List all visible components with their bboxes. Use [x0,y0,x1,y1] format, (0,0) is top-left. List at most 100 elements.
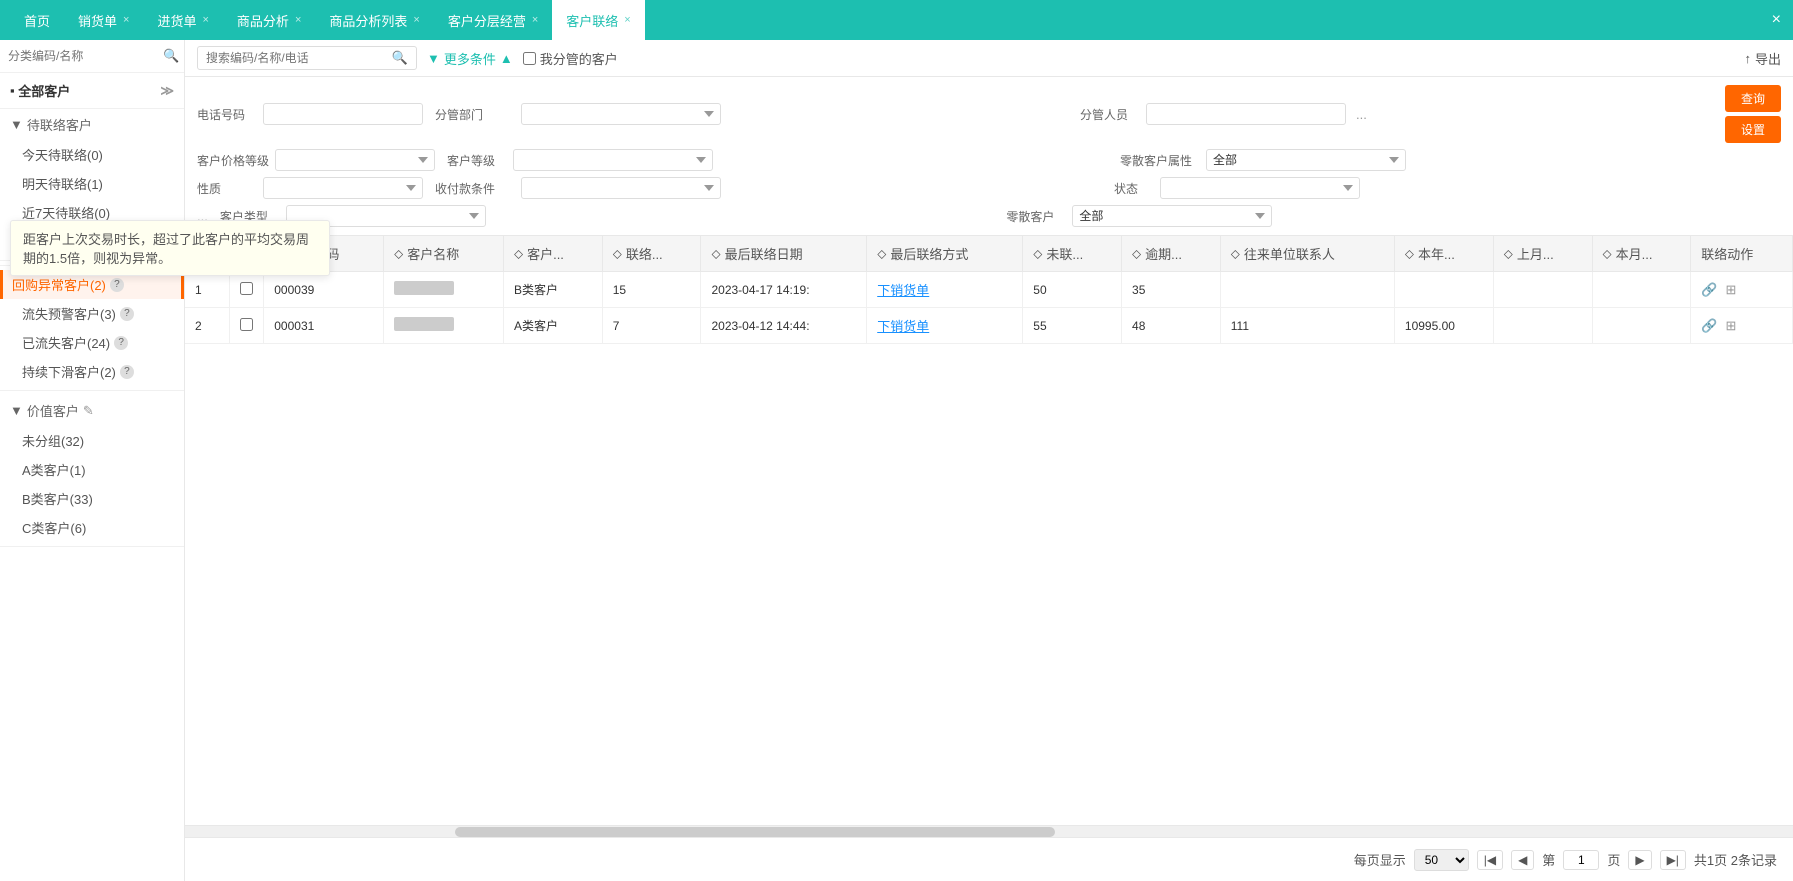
filter-search-icon[interactable]: 🔍 [392,50,408,66]
page-number-input[interactable] [1563,850,1599,870]
sidebar-item-today[interactable]: 今天待联络(0) [0,140,184,169]
table-header-row: ⚙ ⬦ 客户编码 [185,236,1793,272]
window-close-button[interactable]: × [1772,11,1781,29]
th-grade-sort-icon[interactable]: ⬦ [514,246,523,262]
row2-contact: 7 [602,308,701,344]
payment-select[interactable] [521,177,721,199]
next-page-btn[interactable]: ▶ [1628,850,1651,870]
help-icon-abnormal[interactable]: ? [110,278,124,292]
sidebar-collapse-icon[interactable]: ≫ [160,83,174,99]
close-customer-tier-icon[interactable]: × [532,14,538,26]
sidebar-item-tomorrow[interactable]: 明天待联络(1) [0,169,184,198]
last-page-btn[interactable]: ▶| [1660,850,1686,870]
first-page-btn[interactable]: |◀ [1477,850,1503,870]
row2-checkbox[interactable] [240,318,253,331]
retail2-select[interactable]: 全部 [1072,205,1272,227]
th-last-way-sort-icon[interactable]: ⬦ [877,246,886,262]
row1-checkbox[interactable] [240,282,253,295]
th-this-year: ⬦ 本年... [1394,236,1493,272]
th-last-month-sort-icon[interactable]: ⬦ [1504,246,1513,262]
pending-contact-label[interactable]: ▼ 待联络客户 [0,109,184,140]
nav-purchase[interactable]: 进货单 × [143,0,222,40]
export-button[interactable]: ↑ 导出 [1744,49,1781,68]
th-last-date: ⬦ 最后联络日期 [701,236,867,272]
sidebar-item-declining[interactable]: 持续下滑客户(2) ? [0,357,184,386]
customer-grade-select[interactable] [513,149,713,171]
sidebar-item-b-class[interactable]: B类客户(33) [0,484,184,513]
row2-code: 000031 [264,308,384,344]
filter-actions: 查询 设置 [1725,85,1781,143]
row2-overdue: 48 [1122,308,1221,344]
set-button[interactable]: 设置 [1725,116,1781,143]
nav-customer-tier[interactable]: 客户分层经营 × [434,0,552,40]
phone-input[interactable] [263,103,423,125]
row1-index: 1 [185,272,230,308]
value-group-edit-icon[interactable]: ✎ [83,403,94,419]
filter-more-btn[interactable]: ▼ 更多条件 ▲ [427,49,513,68]
nav-goods-analysis[interactable]: 商品分析 × [223,0,315,40]
query-button[interactable]: 查询 [1725,85,1781,112]
row1-actions: 🔗 ⊞ [1691,272,1793,308]
filter-search-input[interactable] [206,51,392,65]
th-this-month-sort-icon[interactable]: ⬦ [1603,246,1612,262]
nav-home[interactable]: 首页 [10,0,64,40]
sidebar-search-icon[interactable]: 🔍 [163,48,179,64]
value-customer-label[interactable]: ▼ 价值客户 ✎ [0,395,184,426]
close-customer-contact-icon[interactable]: × [624,14,630,26]
person-more-icon[interactable]: ... [1356,107,1367,122]
customer-table: ⚙ ⬦ 客户编码 [185,236,1793,344]
row1-name-blur [394,281,454,295]
sidebar-item-a-class[interactable]: A类客户(1) [0,455,184,484]
th-contact-person-sort-icon[interactable]: ⬦ [1231,246,1240,262]
close-goods-analysis-icon[interactable]: × [295,14,301,26]
person-input[interactable] [1146,103,1346,125]
sidebar-search-input[interactable] [8,49,163,63]
th-contact-sort-icon[interactable]: ⬦ [613,246,622,262]
row2-last-way-link[interactable]: 下销货单 [877,319,929,334]
th-not-contact-sort-icon[interactable]: ⬦ [1033,246,1042,262]
help-icon-churned[interactable]: ? [114,336,128,350]
th-last-date-sort-icon[interactable]: ⬦ [711,246,720,262]
sidebar-item-c-class[interactable]: C类客户(6) [0,513,184,542]
nav-customer-contact[interactable]: 客户联络 × [552,0,644,40]
filter-customer-grade: 客户等级 [447,149,1108,171]
sidebar-item-churn-warning[interactable]: 流失预警客户(3) ? [0,299,184,328]
row1-contact-person [1220,272,1394,308]
row1-action-grid-icon[interactable]: ⊞ [1725,282,1736,298]
sidebar-item-churned[interactable]: 已流失客户(24) ? [0,328,184,357]
sidebar-all-customers[interactable]: ▪ 全部客户 ≫ [0,73,184,109]
top-nav: 首页 销货单 × 进货单 × 商品分析 × 商品分析列表 × 客户分层经营 × … [0,0,1793,40]
row2-action-grid-icon[interactable]: ⊞ [1725,318,1736,334]
prev-page-btn[interactable]: ◀ [1511,850,1534,870]
scroll-thumb[interactable] [455,827,1055,837]
th-contact-person: ⬦ 往来单位联系人 [1220,236,1394,272]
gender-select[interactable] [263,177,423,199]
sidebar-item-ungrouped[interactable]: 未分组(32) [0,426,184,455]
row1-action-link-icon[interactable]: 🔗 [1701,282,1717,298]
help-icon-declining[interactable]: ? [120,365,134,379]
th-overdue-sort-icon[interactable]: ⬦ [1132,246,1141,262]
help-icon-churn-warning[interactable]: ? [120,307,134,321]
nav-sales[interactable]: 销货单 × [64,0,143,40]
close-goods-list-icon[interactable]: × [413,14,419,26]
row2-action-link-icon[interactable]: 🔗 [1701,318,1717,334]
th-this-year-sort-icon[interactable]: ⬦ [1405,246,1414,262]
th-name-sort-icon[interactable]: ⬦ [394,246,403,262]
filter-customer-type: 客户类型 [220,205,995,227]
filter-payment: 收付款条件 [435,177,1102,199]
nav-goods-list[interactable]: 商品分析列表 × [315,0,433,40]
dept-select[interactable] [521,103,721,125]
row1-grade: B类客户 [503,272,602,308]
filter-bar: 🔍 ▼ 更多条件 ▲ 我分管的客户 ↑ 导出 [185,40,1793,77]
my-customer-checkbox[interactable] [523,52,536,65]
th-last-month: ⬦ 上月... [1493,236,1592,272]
close-sales-icon[interactable]: × [123,14,129,26]
horizontal-scrollbar[interactable] [185,825,1793,837]
row1-last-way-link[interactable]: 下销货单 [877,283,929,298]
per-page-select[interactable]: 50 20 100 [1414,849,1469,871]
status-select[interactable] [1160,177,1360,199]
close-purchase-icon[interactable]: × [202,14,208,26]
price-grade-select[interactable] [275,149,435,171]
retail-attr-select[interactable]: 全部 [1206,149,1406,171]
row2-last-date: 2023-04-12 14:44: [701,308,867,344]
